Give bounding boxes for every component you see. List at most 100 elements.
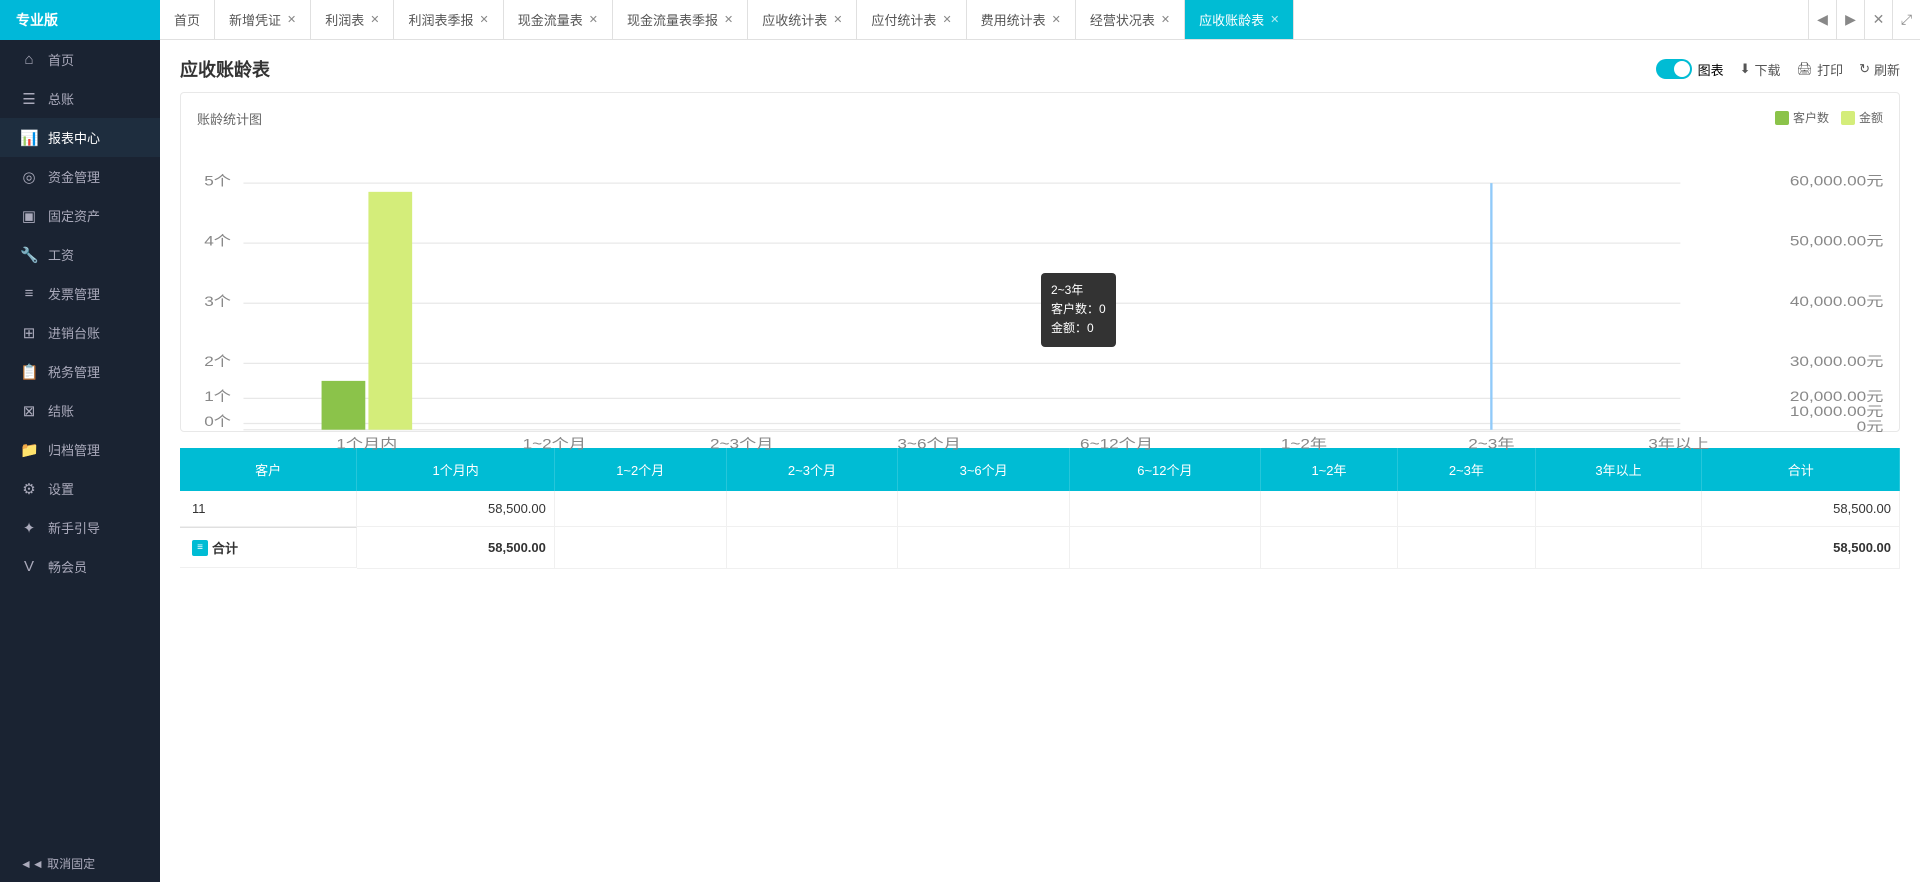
svg-text:3年以上: 3年以上 xyxy=(1648,436,1709,452)
tab-cashflow-q[interactable]: 现金流量表季报 ✕ xyxy=(613,0,748,40)
cell-total: 58,500.00 xyxy=(1702,491,1900,527)
sidebar-label-invoice: 发票管理 xyxy=(48,284,100,303)
tab-profit-q-close[interactable]: ✕ xyxy=(480,13,489,26)
svg-text:50,000.00元: 50,000.00元 xyxy=(1790,234,1883,249)
tab-biz-label: 经营状况表 xyxy=(1090,10,1155,29)
svg-text:5个: 5个 xyxy=(204,173,231,189)
sidebar-label-home: 首页 xyxy=(48,50,74,69)
tab-ar-aging[interactable]: 应收账龄表 ✕ xyxy=(1185,0,1294,40)
svg-text:40,000.00元: 40,000.00元 xyxy=(1790,294,1883,309)
tab-expense[interactable]: 费用统计表 ✕ xyxy=(967,0,1076,40)
svg-text:2~3个月: 2~3个月 xyxy=(710,436,773,452)
total-m36 xyxy=(898,527,1070,569)
tooltip-category: 2~3年 xyxy=(1051,281,1106,300)
cell-y3plus xyxy=(1535,491,1702,527)
total-y23 xyxy=(1398,527,1535,569)
tab-scroll-right[interactable]: ▶ xyxy=(1836,0,1864,40)
svg-text:1~2年: 1~2年 xyxy=(1281,436,1327,452)
tab-cashflow-close[interactable]: ✕ xyxy=(589,13,598,26)
refresh-icon: ↻ xyxy=(1859,61,1870,77)
main-area: 首页 新增凭证 ✕ 利润表 ✕ 利润表季报 ✕ 现金流量表 ✕ 现金流量表季报 … xyxy=(160,0,1920,882)
svg-text:4个: 4个 xyxy=(204,233,231,249)
sidebar-item-reports[interactable]: 📊 报表中心 xyxy=(0,118,160,157)
tab-ar-aging-close[interactable]: ✕ xyxy=(1270,13,1279,26)
tab-close-all[interactable]: ✕ xyxy=(1864,0,1892,40)
cell-m12 xyxy=(554,491,726,527)
tab-profit[interactable]: 利润表 ✕ xyxy=(311,0,394,40)
cell-m612 xyxy=(1069,491,1260,527)
tab-ar-stat[interactable]: 应收统计表 ✕ xyxy=(748,0,857,40)
sidebar-item-home[interactable]: ⌂ 首页 xyxy=(0,40,160,79)
assets-icon: ▣ xyxy=(20,207,38,225)
chart-area: 账龄统计图 客户数 金额 5个 4个 3个 2个 1个 0个 xyxy=(180,92,1900,432)
total-y12 xyxy=(1260,527,1397,569)
tab-maximize[interactable]: ⤢ xyxy=(1892,0,1920,40)
sidebar-label-guide: 新手引导 xyxy=(48,518,100,537)
tab-ap-stat[interactable]: 应付统计表 ✕ xyxy=(857,0,966,40)
sidebar-item-settings[interactable]: ⚙ 设置 xyxy=(0,469,160,508)
invoice-icon: ≡ xyxy=(20,285,38,302)
sidebar-item-guide[interactable]: ✦ 新手引导 xyxy=(0,508,160,547)
tab-ar-stat-label: 应收统计表 xyxy=(762,10,827,29)
tab-ap-stat-label: 应付统计表 xyxy=(871,10,936,29)
tab-profit-q-label: 利润表季报 xyxy=(408,10,473,29)
tab-scroll-left[interactable]: ◀ xyxy=(1808,0,1836,40)
tooltip-customers: 客户数：0 xyxy=(1051,300,1106,319)
sidebar-item-assets[interactable]: ▣ 固定资产 xyxy=(0,196,160,235)
tab-biz-close[interactable]: ✕ xyxy=(1161,13,1170,26)
print-button[interactable]: 🖨 打印 xyxy=(1797,60,1844,79)
table-total-row: ≡ 合计 58,500.00 58,500.00 xyxy=(180,527,1900,569)
tab-ar-aging-label: 应收账龄表 xyxy=(1199,10,1264,29)
close-accounts-icon: ⊠ xyxy=(20,402,38,420)
sidebar-label-assets: 固定资产 xyxy=(48,206,100,225)
bar-amount-0 xyxy=(368,192,412,430)
svg-text:60,000.00元: 60,000.00元 xyxy=(1790,174,1883,189)
tab-voucher[interactable]: 新增凭证 ✕ xyxy=(215,0,311,40)
tab-home[interactable]: 首页 xyxy=(160,0,215,40)
sidebar-item-ledger[interactable]: ☰ 总账 xyxy=(0,79,160,118)
sidebar-item-invoice[interactable]: ≡ 发票管理 xyxy=(0,274,160,313)
sidebar-label-salary: 工资 xyxy=(48,245,74,264)
refresh-button[interactable]: ↻ 刷新 xyxy=(1859,60,1900,79)
page-title: 应收账龄表 xyxy=(180,56,270,82)
svg-text:2~3年: 2~3年 xyxy=(1468,436,1514,452)
cell-m1: 58,500.00 xyxy=(357,491,555,527)
download-label: 下载 xyxy=(1755,60,1781,79)
sidebar-item-tax[interactable]: 📋 税务管理 xyxy=(0,352,160,391)
ledger-icon: ☰ xyxy=(20,90,38,108)
header-actions: 图表 ⬇ 下载 🖨 打印 ↻ 刷新 xyxy=(1656,59,1900,79)
sidebar-item-close[interactable]: ⊠ 结账 xyxy=(0,391,160,430)
sidebar-item-salary[interactable]: 🔧 工资 xyxy=(0,235,160,274)
tab-voucher-close[interactable]: ✕ xyxy=(287,13,296,26)
sidebar-label-reports: 报表中心 xyxy=(48,128,100,147)
total-m612 xyxy=(1069,527,1260,569)
tab-ap-stat-close[interactable]: ✕ xyxy=(942,13,951,26)
table-row: 11 58,500.00 58,500.00 xyxy=(180,491,1900,527)
sidebar-item-archive[interactable]: 📁 归档管理 xyxy=(0,430,160,469)
fund-icon: ◎ xyxy=(20,168,38,186)
home-icon: ⌂ xyxy=(20,51,38,68)
total-m12 xyxy=(554,527,726,569)
chart-toggle[interactable] xyxy=(1656,59,1692,79)
tab-profit-close[interactable]: ✕ xyxy=(370,13,379,26)
sidebar-label-close: 结账 xyxy=(48,401,74,420)
tab-ar-stat-close[interactable]: ✕ xyxy=(833,13,842,26)
tab-biz[interactable]: 经营状况表 ✕ xyxy=(1076,0,1185,40)
sidebar-pin-toggle[interactable]: ◄◄ 取消固定 xyxy=(0,845,160,882)
tab-cashflow[interactable]: 现金流量表 ✕ xyxy=(504,0,613,40)
download-button[interactable]: ⬇ 下载 xyxy=(1740,60,1781,79)
sidebar-item-fund[interactable]: ◎ 资金管理 xyxy=(0,157,160,196)
sidebar-item-vip[interactable]: V 畅会员 xyxy=(0,547,160,586)
sidebar-item-stock[interactable]: ⊞ 进销台账 xyxy=(0,313,160,352)
print-label: 打印 xyxy=(1817,60,1843,79)
tab-bar: 首页 新增凭证 ✕ 利润表 ✕ 利润表季报 ✕ 现金流量表 ✕ 现金流量表季报 … xyxy=(160,0,1920,40)
stock-icon: ⊞ xyxy=(20,324,38,342)
tab-profit-q[interactable]: 利润表季报 ✕ xyxy=(394,0,503,40)
tab-expense-close[interactable]: ✕ xyxy=(1052,13,1061,26)
tab-cashflow-q-label: 现金流量表季报 xyxy=(627,10,718,29)
tax-icon: 📋 xyxy=(20,363,38,381)
total-m1: 58,500.00 xyxy=(357,527,555,569)
tab-voucher-label: 新增凭证 xyxy=(229,10,281,29)
tab-cashflow-q-close[interactable]: ✕ xyxy=(724,13,733,26)
sidebar-label-stock: 进销台账 xyxy=(48,323,100,342)
